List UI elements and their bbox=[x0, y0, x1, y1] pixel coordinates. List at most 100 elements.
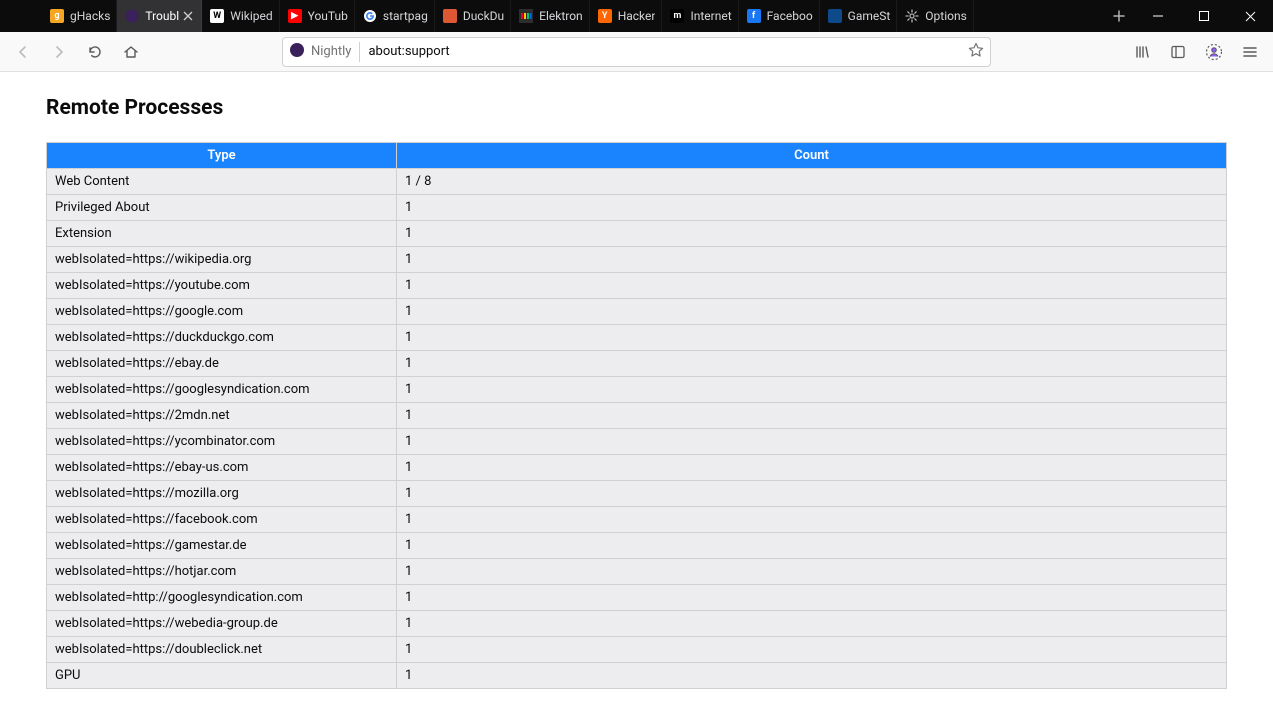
remote-processes-table: Type Count Web Content1 / 8Privileged Ab… bbox=[46, 142, 1227, 689]
close-window-button[interactable] bbox=[1227, 0, 1273, 32]
section-heading: Remote Processes bbox=[46, 96, 1227, 120]
cell-type: webIsolated=https://doubleclick.net bbox=[47, 637, 397, 663]
tab[interactable]: ▶ YouTub bbox=[280, 0, 355, 32]
cell-count: 1 bbox=[397, 221, 1227, 247]
tab[interactable]: GameSt bbox=[820, 0, 898, 32]
cell-type: webIsolated=https://mozilla.org bbox=[47, 481, 397, 507]
cell-count: 1 bbox=[397, 247, 1227, 273]
table-row: webIsolated=https://mozilla.org1 bbox=[47, 481, 1227, 507]
column-header-type: Type bbox=[47, 143, 397, 169]
table-row: webIsolated=https://gamestar.de1 bbox=[47, 533, 1227, 559]
cell-count: 1 bbox=[397, 585, 1227, 611]
table-row: webIsolated=https://facebook.com1 bbox=[47, 507, 1227, 533]
tab-favicon: f bbox=[747, 9, 761, 23]
tab-label: Options bbox=[925, 9, 967, 23]
tab[interactable]: DuckDu bbox=[435, 0, 511, 32]
tab[interactable]: fFaceboo bbox=[739, 0, 820, 32]
tab-label: GameSt bbox=[848, 9, 891, 23]
cell-count: 1 bbox=[397, 533, 1227, 559]
app-menu-button[interactable] bbox=[1235, 37, 1265, 67]
cell-count: 1 bbox=[397, 507, 1227, 533]
bookmark-star-icon[interactable] bbox=[968, 42, 984, 62]
cell-type: webIsolated=https://hotjar.com bbox=[47, 559, 397, 585]
tab[interactable]: startpag bbox=[355, 0, 435, 32]
cell-type: webIsolated=https://ebay-us.com bbox=[47, 455, 397, 481]
table-row: webIsolated=https://hotjar.com1 bbox=[47, 559, 1227, 585]
cell-count: 1 bbox=[397, 195, 1227, 221]
tab[interactable]: Troubl bbox=[117, 0, 202, 32]
tab-favicon: ▶ bbox=[288, 9, 302, 23]
profile-button[interactable] bbox=[1199, 37, 1229, 67]
new-tab-button[interactable] bbox=[1103, 0, 1135, 32]
table-row: webIsolated=http://googlesyndication.com… bbox=[47, 585, 1227, 611]
content-scroll-area[interactable]: Remote Processes Type Count Web Content1… bbox=[0, 72, 1273, 704]
tab-close-icon[interactable] bbox=[181, 9, 195, 23]
cell-type: webIsolated=http://googlesyndication.com bbox=[47, 585, 397, 611]
table-row: GPU1 bbox=[47, 663, 1227, 689]
table-row: Web Content1 / 8 bbox=[47, 169, 1227, 195]
tab[interactable]: Y Hacker bbox=[590, 0, 663, 32]
tab-strip: ggHacksTroubl W Wikiped ▶ YouTub startpagDuck… bbox=[0, 0, 1103, 32]
tab-favicon bbox=[828, 9, 842, 23]
tab-favicon bbox=[125, 9, 139, 23]
cell-type: webIsolated=https://2mdn.net bbox=[47, 403, 397, 429]
cell-count: 1 bbox=[397, 663, 1227, 689]
nightly-icon bbox=[289, 42, 305, 62]
cell-count: 1 bbox=[397, 351, 1227, 377]
tab-favicon bbox=[443, 9, 457, 23]
cell-type: webIsolated=https://google.com bbox=[47, 299, 397, 325]
table-row: webIsolated=https://ebay-us.com1 bbox=[47, 455, 1227, 481]
tab-favicon bbox=[363, 9, 377, 23]
tab-label: Internet bbox=[690, 9, 731, 23]
cell-type: webIsolated=https://googlesyndication.co… bbox=[47, 377, 397, 403]
table-row: Privileged About1 bbox=[47, 195, 1227, 221]
cell-count: 1 bbox=[397, 481, 1227, 507]
forward-button[interactable] bbox=[44, 37, 74, 67]
tab[interactable]: ggHacks bbox=[42, 0, 117, 32]
reload-button[interactable] bbox=[80, 37, 110, 67]
sidebar-button[interactable] bbox=[1163, 37, 1193, 67]
tab[interactable]: mInternet bbox=[662, 0, 738, 32]
tab-favicon bbox=[905, 9, 919, 23]
cell-type: webIsolated=https://wikipedia.org bbox=[47, 247, 397, 273]
table-row: webIsolated=https://wikipedia.org1 bbox=[47, 247, 1227, 273]
tab-favicon: Y bbox=[598, 9, 612, 23]
tab[interactable]: Elektron bbox=[511, 0, 590, 32]
site-identity-label: Nightly bbox=[311, 44, 351, 59]
back-button[interactable] bbox=[8, 37, 38, 67]
cell-type: webIsolated=https://duckduckgo.com bbox=[47, 325, 397, 351]
cell-type: webIsolated=https://ycombinator.com bbox=[47, 429, 397, 455]
url-bar[interactable]: Nightly about:support bbox=[282, 37, 991, 67]
site-identity[interactable]: Nightly bbox=[289, 42, 360, 62]
table-row: webIsolated=https://google.com1 bbox=[47, 299, 1227, 325]
cell-type: Extension bbox=[47, 221, 397, 247]
maximize-button[interactable] bbox=[1181, 0, 1227, 32]
cell-type: webIsolated=https://gamestar.de bbox=[47, 533, 397, 559]
table-row: webIsolated=https://duckduckgo.com1 bbox=[47, 325, 1227, 351]
table-row: webIsolated=https://googlesyndication.co… bbox=[47, 377, 1227, 403]
cell-count: 1 bbox=[397, 455, 1227, 481]
cell-count: 1 bbox=[397, 637, 1227, 663]
home-button[interactable] bbox=[116, 37, 146, 67]
cell-count: 1 bbox=[397, 299, 1227, 325]
tab-favicon bbox=[519, 9, 533, 23]
tab-label: gHacks bbox=[70, 9, 110, 23]
tab[interactable]: W Wikiped bbox=[202, 0, 279, 32]
cell-type: webIsolated=https://facebook.com bbox=[47, 507, 397, 533]
minimize-button[interactable] bbox=[1135, 0, 1181, 32]
tab-label: YouTub bbox=[308, 9, 348, 23]
tab-label: Hacker bbox=[618, 9, 656, 23]
table-row: webIsolated=https://ycombinator.com1 bbox=[47, 429, 1227, 455]
library-button[interactable] bbox=[1127, 37, 1157, 67]
navigation-toolbar: Nightly about:support bbox=[0, 32, 1273, 72]
toolbar-right bbox=[1127, 37, 1265, 67]
table-row: webIsolated=https://webedia-group.de1 bbox=[47, 611, 1227, 637]
tab[interactable]: Options bbox=[897, 0, 974, 32]
table-row: webIsolated=https://ebay.de1 bbox=[47, 351, 1227, 377]
cell-count: 1 bbox=[397, 377, 1227, 403]
window-controls bbox=[1135, 0, 1273, 32]
cell-count: 1 bbox=[397, 611, 1227, 637]
tab-favicon: W bbox=[210, 9, 224, 23]
cell-type: webIsolated=https://webedia-group.de bbox=[47, 611, 397, 637]
tab-label: Wikiped bbox=[230, 9, 272, 23]
